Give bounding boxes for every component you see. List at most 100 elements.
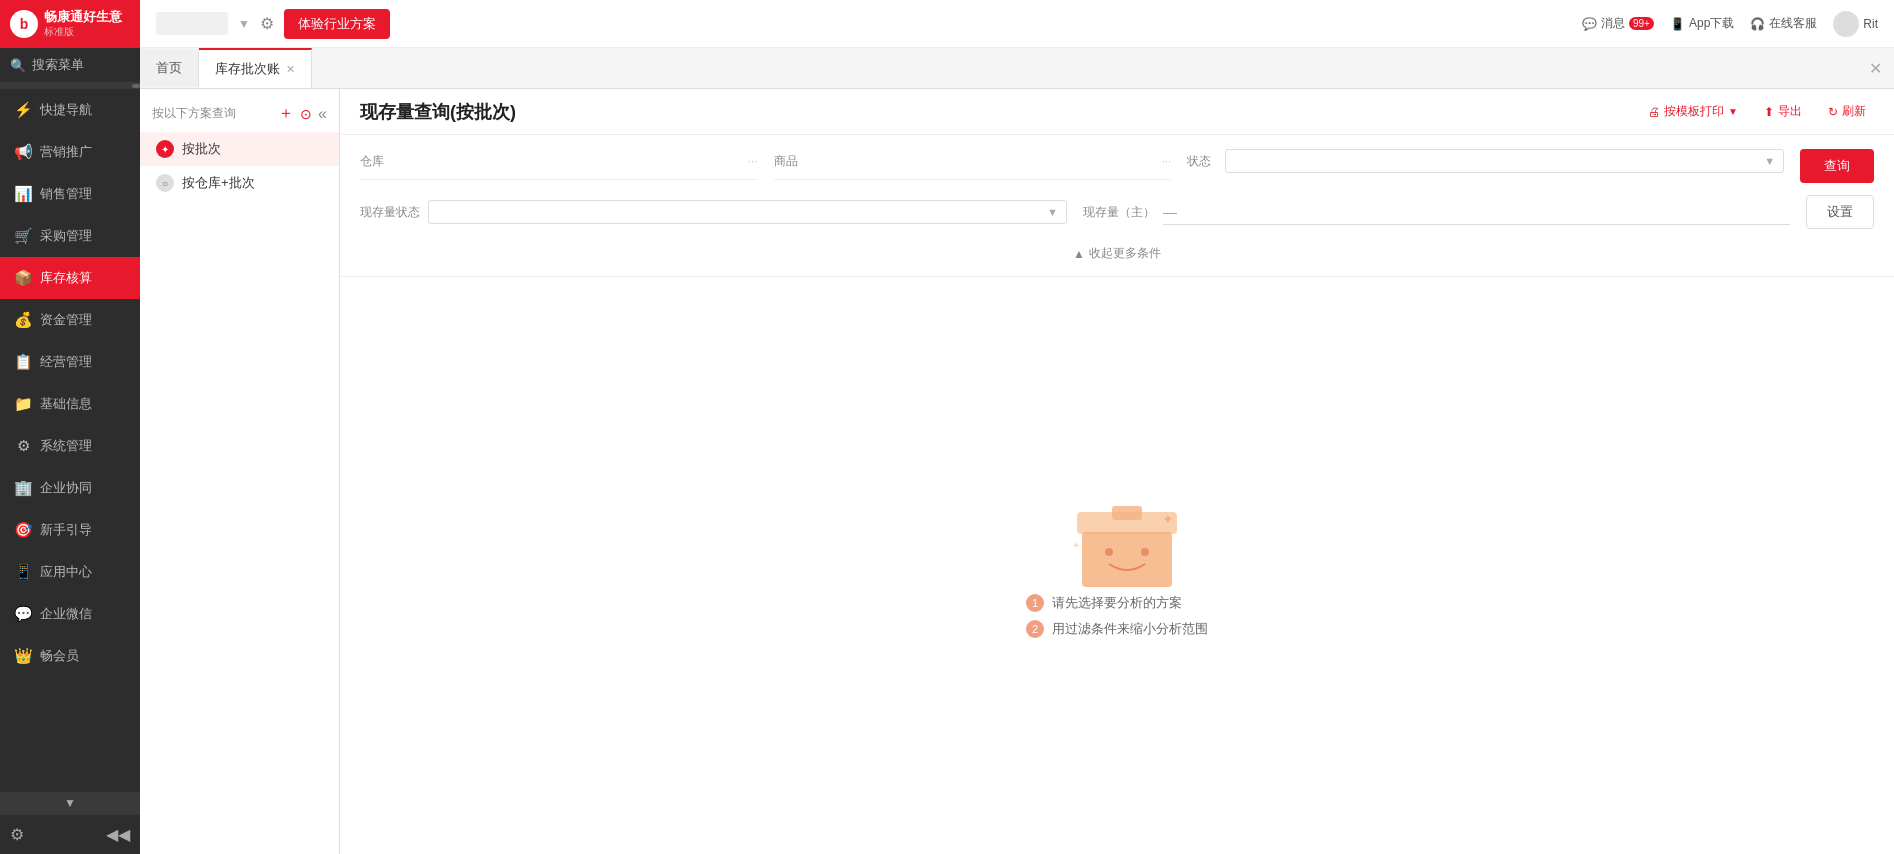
- status-select[interactable]: ▼: [1225, 149, 1784, 173]
- trial-button[interactable]: 体验行业方案: [284, 9, 390, 39]
- sidebar-item-basic[interactable]: 📁 基础信息: [0, 383, 140, 425]
- online-service-button[interactable]: 🎧 在线客服: [1750, 15, 1817, 32]
- inventory-qty-label: 现存量（主）: [1083, 204, 1155, 221]
- print-button[interactable]: 🖨 按模板打印 ▼: [1640, 99, 1746, 124]
- sidebar-item-finance[interactable]: 💰 资金管理: [0, 299, 140, 341]
- status-label: 状态: [1187, 153, 1217, 170]
- finance-icon: 💰: [14, 311, 32, 329]
- operations-icon: 📋: [14, 353, 32, 371]
- sidebar-item-label: 新手引导: [40, 521, 92, 539]
- sidebar-footer: ⚙ ◀◀: [0, 814, 140, 854]
- inventory-qty-input[interactable]: —: [1163, 200, 1790, 225]
- sidebar-item-purchase[interactable]: 🛒 采购管理: [0, 215, 140, 257]
- sidebar-item-label: 库存核算: [40, 269, 92, 287]
- topbar: ▼ ⚙ 体验行业方案 💬 消息 99+ 📱 App下载 🎧 在线客服 Rit: [140, 0, 1894, 48]
- refresh-button[interactable]: ↻ 刷新: [1820, 99, 1874, 124]
- sidebar-item-label: 销售管理: [40, 185, 92, 203]
- sidebar-item-system[interactable]: ⚙ 系统管理: [0, 425, 140, 467]
- topbar-right: 💬 消息 99+ 📱 App下载 🎧 在线客服 Rit: [1582, 11, 1878, 37]
- page-title: 现存量查询(按批次): [360, 100, 516, 124]
- export-icon: ⬆: [1764, 105, 1774, 119]
- marketing-icon: 📢: [14, 143, 32, 161]
- empty-tip-1: 1 请先选择要分析的方案: [1026, 594, 1208, 612]
- settings-button[interactable]: 设置: [1806, 195, 1874, 229]
- empty-state: ✦ ✦ 1 请先选择要分析的方案 2 用过滤条件来缩小分析范围: [340, 277, 1894, 854]
- filter-area: 仓库 ··· 商品 ···: [340, 135, 1894, 277]
- product-more-icon[interactable]: ···: [1161, 154, 1171, 168]
- tab-close-icon[interactable]: ✕: [286, 63, 295, 76]
- purchase-icon: 🛒: [14, 227, 32, 245]
- message-label: 消息: [1601, 15, 1625, 32]
- sidebar-item-quick-nav[interactable]: ⚡ 快捷导航: [0, 89, 140, 131]
- warehouse-more-icon[interactable]: ···: [748, 154, 758, 168]
- export-button[interactable]: ⬆ 导出: [1756, 99, 1810, 124]
- plan-item-by-warehouse-batch[interactable]: ○ 按仓库+批次: [140, 166, 339, 200]
- sidebar-item-apps[interactable]: 📱 应用中心: [0, 551, 140, 593]
- print-chevron-icon: ▼: [1728, 106, 1738, 117]
- inventory-status-select[interactable]: ▼: [428, 200, 1067, 224]
- apps-icon: 📱: [14, 563, 32, 581]
- plan-active-dot: ✦: [156, 140, 174, 158]
- status-filter: 状态 ▼: [1187, 149, 1784, 173]
- wechat-icon: 💬: [14, 605, 32, 623]
- empty-tip-2: 2 用过滤条件来缩小分析范围: [1026, 620, 1208, 638]
- sidebar-item-newbie[interactable]: 🎯 新手引导: [0, 509, 140, 551]
- user-menu[interactable]: Rit: [1833, 11, 1878, 37]
- collapse-panel-icon[interactable]: «: [318, 105, 327, 123]
- search-menu[interactable]: 🔍 搜索菜单: [0, 48, 140, 83]
- plan-active-icon: ✦: [161, 144, 169, 155]
- plan-item-by-batch[interactable]: ✦ 按批次: [140, 132, 339, 166]
- topbar-gear-icon[interactable]: ⚙: [260, 14, 274, 33]
- sidebar-scroll-down-icon[interactable]: ▼: [64, 796, 76, 810]
- service-icon: 🎧: [1750, 17, 1765, 31]
- system-icon: ⚙: [14, 437, 32, 455]
- user-name: Rit: [1863, 17, 1878, 31]
- tab-home[interactable]: 首页: [140, 49, 199, 87]
- left-panel-title: 按以下方案查询: [152, 105, 236, 122]
- plan-inactive-dot: ○: [156, 174, 174, 192]
- sidebar-item-inventory[interactable]: 📦 库存核算: [0, 257, 140, 299]
- inventory-status-filter: 现存量状态 ▼: [360, 200, 1067, 224]
- app-download-icon: 📱: [1670, 17, 1685, 31]
- svg-point-4: [1141, 548, 1149, 556]
- app-logo: b: [10, 10, 38, 38]
- empty-tips: 1 请先选择要分析的方案 2 用过滤条件来缩小分析范围: [1026, 594, 1208, 638]
- message-button[interactable]: 💬 消息 99+: [1582, 15, 1654, 32]
- breadcrumb: [156, 12, 228, 35]
- query-button[interactable]: 查询: [1800, 149, 1874, 183]
- content-area: 按以下方案查询 ＋ ⊙ « ✦ 按批次 ○ 按仓库+批次: [140, 89, 1894, 854]
- sidebar-item-operations[interactable]: 📋 经营管理: [0, 341, 140, 383]
- inventory-qty-dash: —: [1163, 204, 1177, 220]
- refresh-icon: ↻: [1828, 105, 1838, 119]
- collapse-more-button[interactable]: ▲ 收起更多条件: [360, 237, 1874, 262]
- tab-inventory-batch[interactable]: 库存批次账 ✕: [199, 48, 312, 88]
- sidebar-item-marketing[interactable]: 📢 营销推广: [0, 131, 140, 173]
- panel-close-icon[interactable]: ✕: [1857, 49, 1894, 88]
- sidebar-item-label: 畅会员: [40, 647, 79, 665]
- collapse-up-icon: ▲: [1073, 247, 1085, 261]
- sidebar-item-wechat[interactable]: 💬 企业微信: [0, 593, 140, 635]
- newbie-icon: 🎯: [14, 521, 32, 539]
- app-download-button[interactable]: 📱 App下载: [1670, 15, 1734, 32]
- product-label: 商品: [774, 153, 804, 170]
- sales-icon: 📊: [14, 185, 32, 203]
- sidebar-item-enterprise[interactable]: 🏢 企业协同: [0, 467, 140, 509]
- warehouse-filter: 仓库 ···: [360, 149, 758, 180]
- svg-text:✦: ✦: [1162, 511, 1174, 527]
- sidebar-item-label: 企业协同: [40, 479, 92, 497]
- collapse-sidebar-icon[interactable]: ◀◀: [106, 825, 130, 844]
- sidebar-item-vip[interactable]: 👑 畅会员: [0, 635, 140, 677]
- enterprise-icon: 🏢: [14, 479, 32, 497]
- settings-icon[interactable]: ⚙: [10, 825, 24, 844]
- print-label: 按模板打印: [1664, 103, 1724, 120]
- plan-inactive-icon: ○: [162, 178, 168, 189]
- sidebar-item-sales[interactable]: 📊 销售管理: [0, 173, 140, 215]
- empty-box-svg: ✦ ✦: [1067, 494, 1187, 594]
- add-plan-icon[interactable]: ＋: [278, 103, 294, 124]
- settings-plan-icon[interactable]: ⊙: [300, 106, 312, 122]
- search-icon: 🔍: [10, 58, 26, 73]
- status-select-chevron-icon: ▼: [1764, 155, 1775, 167]
- tip-2-number: 2: [1026, 620, 1044, 638]
- empty-illustration: ✦ ✦: [1067, 494, 1167, 574]
- tab-inventory-batch-label: 库存批次账: [215, 60, 280, 78]
